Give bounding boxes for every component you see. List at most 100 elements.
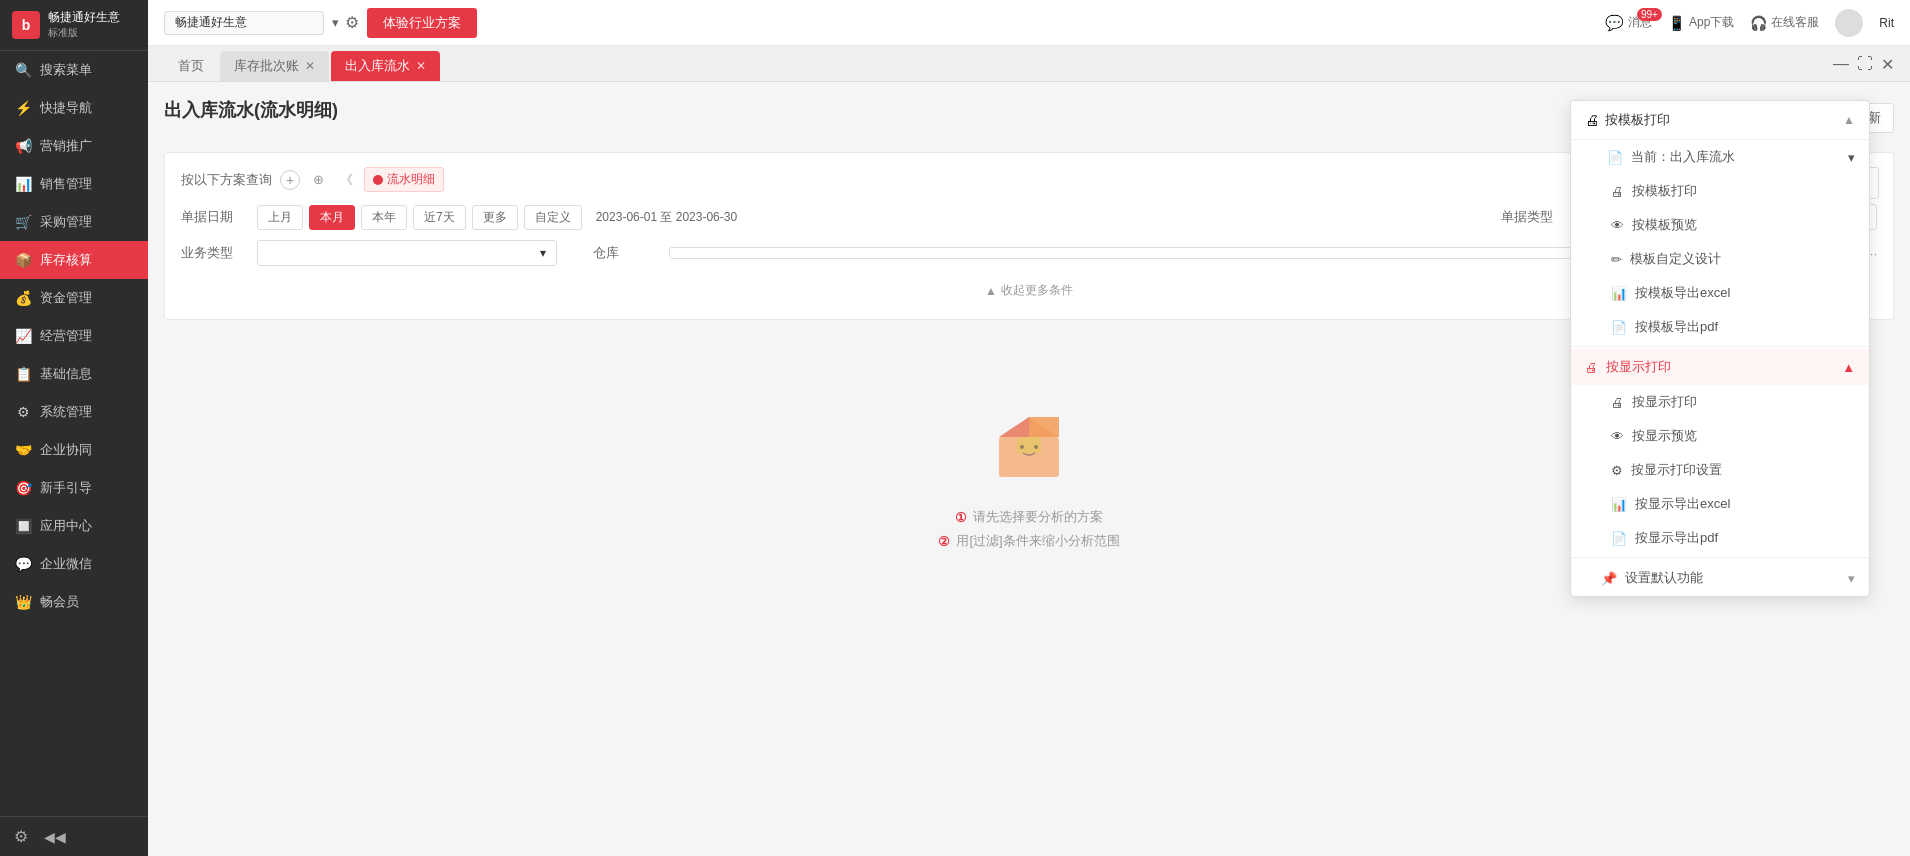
biz-label: 业务类型 [181,244,241,262]
empty-step-2: ② 用[过滤]条件来缩小分析范围 [938,532,1119,550]
filter-add-btn[interactable]: + [280,170,300,190]
template-preview-item[interactable]: 👁 按模板预览 [1571,208,1869,242]
page-content: 出入库流水(流水明细) 🖨 按模板打印 ▲ ↑ 导出 ↺ 刷新 [148,82,1910,856]
headset-icon: 🎧 [1750,15,1767,31]
sidebar-item-label: 新手引导 [40,479,92,497]
sidebar-item-operation[interactable]: 📈 经营管理 [0,317,148,355]
sidebar-nav: 🔍 搜索菜单 ⚡ 快捷导航 📢 营销推广 📊 销售管理 🛒 采购管理 📦 库存核… [0,51,148,816]
display-pdf-label: 按显示导出pdf [1635,529,1718,547]
sidebar-item-enterprise-wechat[interactable]: 💬 企业微信 [0,545,148,583]
sidebar-item-inventory[interactable]: 📦 库存核算 [0,241,148,279]
sales-icon: 📊 [14,175,32,193]
topbar: ▾ ⚙ 体验行业方案 💬 消息 99+ 📱 App下载 🎧 在线客服 Rit [148,0,1910,46]
sidebar-collapse-btn[interactable]: ◀◀ [44,829,66,845]
tab-inventory-batch-close[interactable]: ✕ [305,59,315,73]
date-btn-7days[interactable]: 近7天 [413,205,466,230]
display-preview-item[interactable]: 👁 按显示预览 [1571,419,1869,453]
sidebar-item-quick-nav[interactable]: ⚡ 快捷导航 [0,89,148,127]
app-title: 畅捷通好生意 [48,10,120,26]
template-excel-item[interactable]: 📊 按模板导出excel [1571,276,1869,310]
maximize-btn[interactable]: ⛶ [1857,55,1873,73]
display-preview-icon: 👁 [1611,429,1624,444]
display-pdf-icon: 📄 [1611,531,1627,546]
biz-type-selector[interactable]: ▾ [257,240,557,266]
print-header-icon: 🖨 [1585,112,1599,128]
sidebar-item-system[interactable]: ⚙ 系统管理 [0,393,148,431]
template-pdf-icon: 📄 [1611,320,1627,335]
template-pdf-item[interactable]: 📄 按模板导出pdf [1571,310,1869,344]
operation-icon: 📈 [14,327,32,345]
date-btn-last-month[interactable]: 上月 [257,205,303,230]
filter-collapse-btn[interactable]: 《 [336,170,356,190]
sidebar-item-label: 营销推广 [40,137,92,155]
filter-chip-label: 流水明细 [387,171,435,188]
current-icon: 📄 [1607,150,1623,165]
sidebar-item-app-center[interactable]: 🔲 应用中心 [0,507,148,545]
search-icon: 🔍 [14,61,32,79]
sidebar-item-label: 经营管理 [40,327,92,345]
date-btn-year[interactable]: 本年 [361,205,407,230]
date-btn-more[interactable]: 更多 [472,205,518,230]
filter-chip[interactable]: 流水明细 [364,167,444,192]
display-print-settings-item[interactable]: ⚙ 按显示打印设置 [1571,453,1869,487]
template-custom-item[interactable]: ✏ 模板自定义设计 [1571,242,1869,276]
sidebar-item-label: 销售管理 [40,175,92,193]
lightning-icon: ⚡ [14,99,32,117]
empty-step-2-text: 用[过滤]条件来缩小分析范围 [956,532,1119,550]
message-btn[interactable]: 💬 消息 99+ [1605,14,1652,32]
tab-flow-close[interactable]: ✕ [416,59,426,73]
dropdown-close-arrow[interactable]: ▲ [1843,113,1855,127]
avatar[interactable] [1835,9,1863,37]
sidebar-item-label: 资金管理 [40,289,92,307]
section-arrow-up: ▲ [1842,360,1855,375]
sidebar-item-member[interactable]: 👑 畅会员 [0,583,148,621]
display-excel-icon: 📊 [1611,497,1627,512]
sidebar-item-enterprise[interactable]: 🤝 企业协同 [0,431,148,469]
minimize-btn[interactable]: — [1833,55,1849,73]
newbie-icon: 🎯 [14,479,32,497]
app-logo: b [12,11,40,39]
tab-home[interactable]: 首页 [164,51,218,81]
display-excel-label: 按显示导出excel [1635,495,1730,513]
topbar-left: ▾ ⚙ 体验行业方案 [164,8,477,38]
close-btn[interactable]: ✕ [1881,54,1894,73]
tab-inventory-batch[interactable]: 库存批次账 ✕ [220,51,329,81]
online-service-btn[interactable]: 🎧 在线客服 [1750,14,1819,31]
sidebar-item-basic[interactable]: 📋 基础信息 [0,355,148,393]
date-btn-custom[interactable]: 自定义 [524,205,582,230]
print-current-label: 当前：出入库流水 [1631,148,1735,166]
display-print-item[interactable]: 🖨 按显示打印 [1571,385,1869,419]
filter-settings-btn[interactable]: ⊕ [308,170,328,190]
display-print-section-header[interactable]: 🖨 按显示打印 ▲ [1571,349,1869,385]
date-btn-current-month[interactable]: 本月 [309,205,355,230]
sidebar-item-label: 基础信息 [40,365,92,383]
dropdown-arrow-icon[interactable]: ▾ [332,15,339,30]
industry-btn[interactable]: 体验行业方案 [367,8,477,38]
sidebar-item-newbie[interactable]: 🎯 新手引导 [0,469,148,507]
inventory-icon: 📦 [14,251,32,269]
app-label: App下载 [1689,14,1734,31]
template-print-item[interactable]: 🖨 按模板打印 [1571,174,1869,208]
sidebar-item-sales[interactable]: 📊 销售管理 [0,165,148,203]
set-default-item[interactable]: 📌 设置默认功能 ▾ [1571,560,1869,596]
sidebar-item-search[interactable]: 🔍 搜索菜单 [0,51,148,89]
divider-2 [1571,557,1869,558]
search-input[interactable] [164,11,324,35]
sidebar-item-label: 库存核算 [40,251,92,269]
collapse-label: 收起更多条件 [1001,282,1073,299]
template-pdf-label: 按模板导出pdf [1635,318,1718,336]
tab-flow[interactable]: 出入库流水 ✕ [331,51,440,81]
display-pdf-item[interactable]: 📄 按显示导出pdf [1571,521,1869,555]
sidebar-item-purchase[interactable]: 🛒 采购管理 [0,203,148,241]
display-excel-item[interactable]: 📊 按显示导出excel [1571,487,1869,521]
sidebar-item-marketing[interactable]: 📢 营销推广 [0,127,148,165]
sidebar-item-finance[interactable]: 💰 资金管理 [0,279,148,317]
message-icon: 💬 [1605,14,1624,32]
current-arrow: ▾ [1848,150,1855,165]
print-dropdown-title: 按模板打印 [1605,111,1670,129]
app-download-btn[interactable]: 📱 App下载 [1668,14,1734,31]
sidebar-settings-btn[interactable]: ⚙ [14,827,28,846]
app-center-icon: 🔲 [14,517,32,535]
print-current-item[interactable]: 📄 当前：出入库流水 ▾ [1571,140,1869,174]
settings-icon[interactable]: ⚙ [345,13,359,32]
